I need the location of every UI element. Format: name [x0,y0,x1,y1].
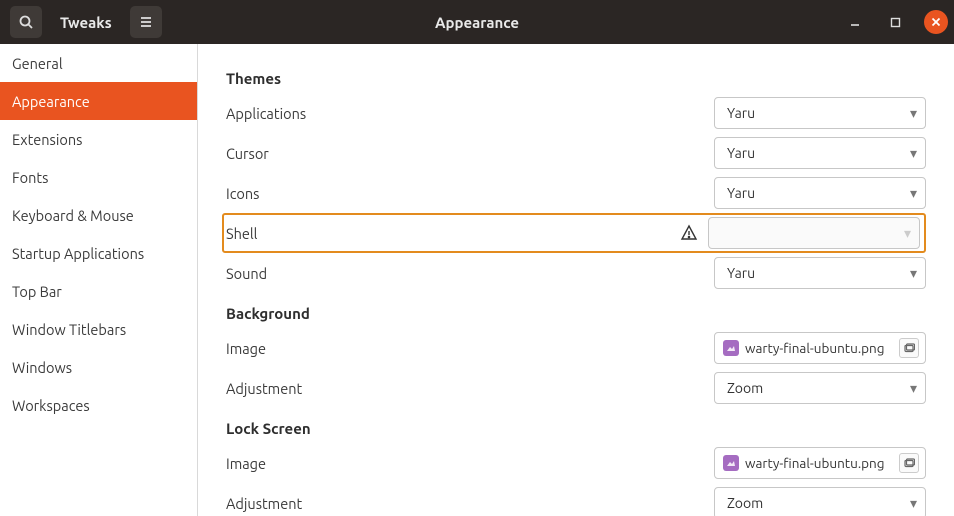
label-shell: Shell [226,225,257,242]
label-background-adjustment: Adjustment [226,380,302,397]
dropdown-icons[interactable]: Yaru ▾ [714,177,926,209]
dropdown-value: Zoom [727,495,910,511]
sidebar-item-top-bar[interactable]: Top Bar [0,272,197,310]
row-lockscreen-image: Image warty-final-ubuntu.png [226,443,926,483]
dropdown-applications[interactable]: Yaru ▾ [714,97,926,129]
dropdown-lockscreen-adjustment[interactable]: Zoom ▾ [714,487,926,516]
dropdown-value: Yaru [727,265,910,281]
close-button[interactable] [924,10,948,34]
dropdown-value: Yaru [727,145,910,161]
page-title: Appearance [435,14,519,31]
label-lockscreen-adjustment: Adjustment [226,495,302,512]
chevron-down-icon: ▾ [910,105,917,122]
sidebar-item-window-titlebars[interactable]: Window Titlebars [0,310,197,348]
sidebar-item-label: Keyboard & Mouse [12,207,134,224]
row-icons: Icons Yaru ▾ [226,173,926,213]
dropdown-sound[interactable]: Yaru ▾ [714,257,926,289]
main-content: Themes Applications Yaru ▾ Cursor Yaru ▾… [198,44,954,516]
warning-icon [680,224,698,242]
sidebar-item-label: Extensions [12,131,82,148]
maximize-button[interactable] [884,11,906,33]
chevron-down-icon: ▾ [910,265,917,282]
file-name: warty-final-ubuntu.png [745,340,893,356]
menu-button[interactable] [130,6,162,38]
row-sound: Sound Yaru ▾ [226,253,926,293]
sidebar-item-general[interactable]: General [0,44,197,82]
hamburger-icon [138,14,154,30]
sidebar-item-workspaces[interactable]: Workspaces [0,386,197,424]
sidebar-item-label: Fonts [12,169,48,186]
file-name: warty-final-ubuntu.png [745,455,893,471]
sidebar-item-label: General [12,55,63,72]
label-lockscreen-image: Image [226,455,266,472]
sidebar-item-appearance[interactable]: Appearance [0,82,197,120]
open-icon [899,453,919,473]
row-cursor: Cursor Yaru ▾ [226,133,926,173]
label-applications: Applications [226,105,306,122]
app-name: Tweaks [60,14,112,31]
dropdown-value: Yaru [727,185,910,201]
row-applications: Applications Yaru ▾ [226,93,926,133]
label-cursor: Cursor [226,145,269,162]
sidebar-item-label: Startup Applications [12,245,144,262]
image-icon [723,455,739,471]
open-icon [899,338,919,358]
chevron-down-icon: ▾ [910,145,917,162]
label-sound: Sound [226,265,267,282]
section-title-lockscreen: Lock Screen [226,420,926,437]
row-background-adjustment: Adjustment Zoom ▾ [226,368,926,408]
maximize-icon [890,17,901,28]
filechooser-background-image[interactable]: warty-final-ubuntu.png [714,332,926,364]
chevron-down-icon: ▾ [910,185,917,202]
sidebar-item-extensions[interactable]: Extensions [0,120,197,158]
image-icon [723,340,739,356]
sidebar-item-label: Window Titlebars [12,321,126,338]
dropdown-shell: ▾ [708,217,920,249]
label-icons: Icons [226,185,259,202]
sidebar-item-keyboard-mouse[interactable]: Keyboard & Mouse [0,196,197,234]
sidebar: General Appearance Extensions Fonts Keyb… [0,44,198,516]
chevron-down-icon: ▾ [904,225,911,242]
chevron-down-icon: ▾ [910,495,917,512]
row-background-image: Image warty-final-ubuntu.png [226,328,926,368]
sidebar-item-label: Top Bar [12,283,62,300]
sidebar-item-windows[interactable]: Windows [0,348,197,386]
label-background-image: Image [226,340,266,357]
chevron-down-icon: ▾ [910,380,917,397]
sidebar-item-fonts[interactable]: Fonts [0,158,197,196]
dropdown-background-adjustment[interactable]: Zoom ▾ [714,372,926,404]
row-shell: Shell ▾ [222,213,926,253]
sidebar-item-startup-applications[interactable]: Startup Applications [0,234,197,272]
row-lockscreen-adjustment: Adjustment Zoom ▾ [226,483,926,516]
dropdown-value: Zoom [727,380,910,396]
section-title-themes: Themes [226,70,926,87]
sidebar-item-label: Workspaces [12,397,90,414]
close-icon [931,17,941,27]
search-button[interactable] [10,6,42,38]
sidebar-item-label: Windows [12,359,72,376]
search-icon [18,14,34,30]
sidebar-item-label: Appearance [12,93,90,110]
minimize-button[interactable] [844,11,866,33]
filechooser-lockscreen-image[interactable]: warty-final-ubuntu.png [714,447,926,479]
titlebar: Tweaks Appearance [0,0,954,44]
minimize-icon [849,16,861,28]
section-title-background: Background [226,305,926,322]
dropdown-cursor[interactable]: Yaru ▾ [714,137,926,169]
dropdown-value: Yaru [727,105,910,121]
